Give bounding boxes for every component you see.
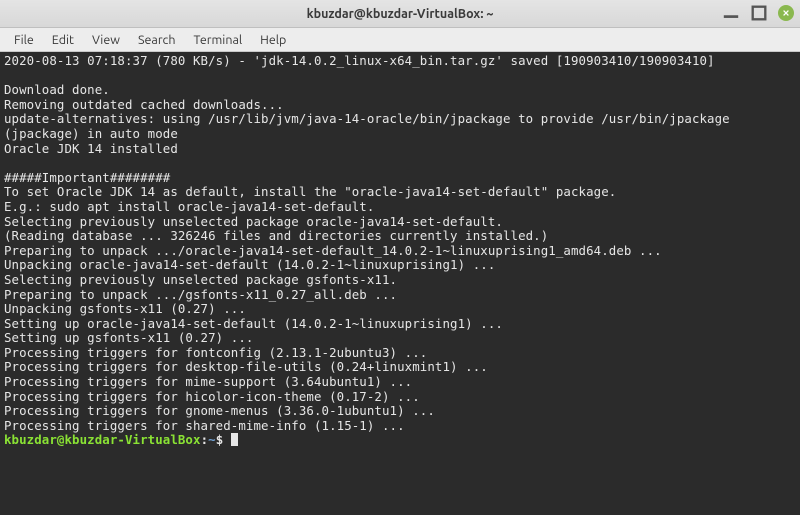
terminal-line: Selecting previously unselected package … bbox=[4, 272, 397, 287]
menu-view[interactable]: View bbox=[84, 31, 128, 49]
window-title: kbuzdar@kbuzdar-VirtualBox: ~ bbox=[307, 7, 494, 21]
terminal-line: To set Oracle JDK 14 as default, install… bbox=[4, 184, 616, 199]
terminal-line: Unpacking oracle-java14-set-default (14.… bbox=[4, 257, 495, 272]
prompt-dollar: $ bbox=[216, 432, 231, 447]
terminal-line: Processing triggers for mime-support (3.… bbox=[4, 374, 412, 389]
terminal-line: Processing triggers for shared-mime-info… bbox=[4, 418, 405, 433]
terminal-line: Preparing to unpack .../oracle-java14-se… bbox=[4, 243, 662, 258]
prompt-user: kbuzdar@kbuzdar-VirtualBox bbox=[4, 432, 201, 447]
terminal-line: Unpacking gsfonts-x11 (0.27) ... bbox=[4, 301, 246, 316]
minimize-button[interactable] bbox=[722, 4, 740, 22]
terminal-line: Selecting previously unselected package … bbox=[4, 214, 503, 229]
prompt-colon: : bbox=[201, 432, 209, 447]
terminal-line: Removing outdated cached downloads... bbox=[4, 97, 284, 112]
terminal-line: Processing triggers for hicolor-icon-the… bbox=[4, 389, 420, 404]
menu-search[interactable]: Search bbox=[130, 31, 184, 49]
close-button[interactable] bbox=[778, 5, 794, 21]
terminal-line: (Reading database ... 326246 files and d… bbox=[4, 228, 548, 243]
terminal-line: Setting up gsfonts-x11 (0.27) ... bbox=[4, 330, 253, 345]
terminal-line: update-alternatives: using /usr/lib/jvm/… bbox=[4, 111, 737, 141]
prompt-path: ~ bbox=[208, 432, 216, 447]
terminal-line: Processing triggers for fontconfig (2.13… bbox=[4, 345, 427, 360]
terminal-line: Setting up oracle-java14-set-default (14… bbox=[4, 316, 503, 331]
terminal-line: Processing triggers for gnome-menus (3.3… bbox=[4, 403, 435, 418]
terminal-line: Preparing to unpack .../gsfonts-x11_0.27… bbox=[4, 287, 397, 302]
terminal-output[interactable]: 2020-08-13 07:18:37 (780 KB/s) - 'jdk-14… bbox=[0, 52, 800, 515]
terminal-line: 2020-08-13 07:18:37 (780 KB/s) - 'jdk-14… bbox=[4, 53, 715, 68]
titlebar: kbuzdar@kbuzdar-VirtualBox: ~ bbox=[0, 0, 800, 28]
menu-terminal[interactable]: Terminal bbox=[186, 31, 251, 49]
terminal-line: Processing triggers for desktop-file-uti… bbox=[4, 359, 488, 374]
maximize-button[interactable] bbox=[750, 4, 768, 22]
terminal-line: E.g.: sudo apt install oracle-java14-set… bbox=[4, 199, 374, 214]
terminal-line: Oracle JDK 14 installed bbox=[4, 141, 178, 156]
menu-help[interactable]: Help bbox=[252, 31, 294, 49]
menubar: File Edit View Search Terminal Help bbox=[0, 28, 800, 52]
menu-edit[interactable]: Edit bbox=[44, 31, 82, 49]
terminal-line: #####Important######## bbox=[4, 170, 170, 185]
window-controls bbox=[722, 4, 794, 22]
terminal-line: Download done. bbox=[4, 82, 110, 97]
cursor-icon bbox=[231, 433, 238, 446]
menu-file[interactable]: File bbox=[6, 31, 42, 49]
